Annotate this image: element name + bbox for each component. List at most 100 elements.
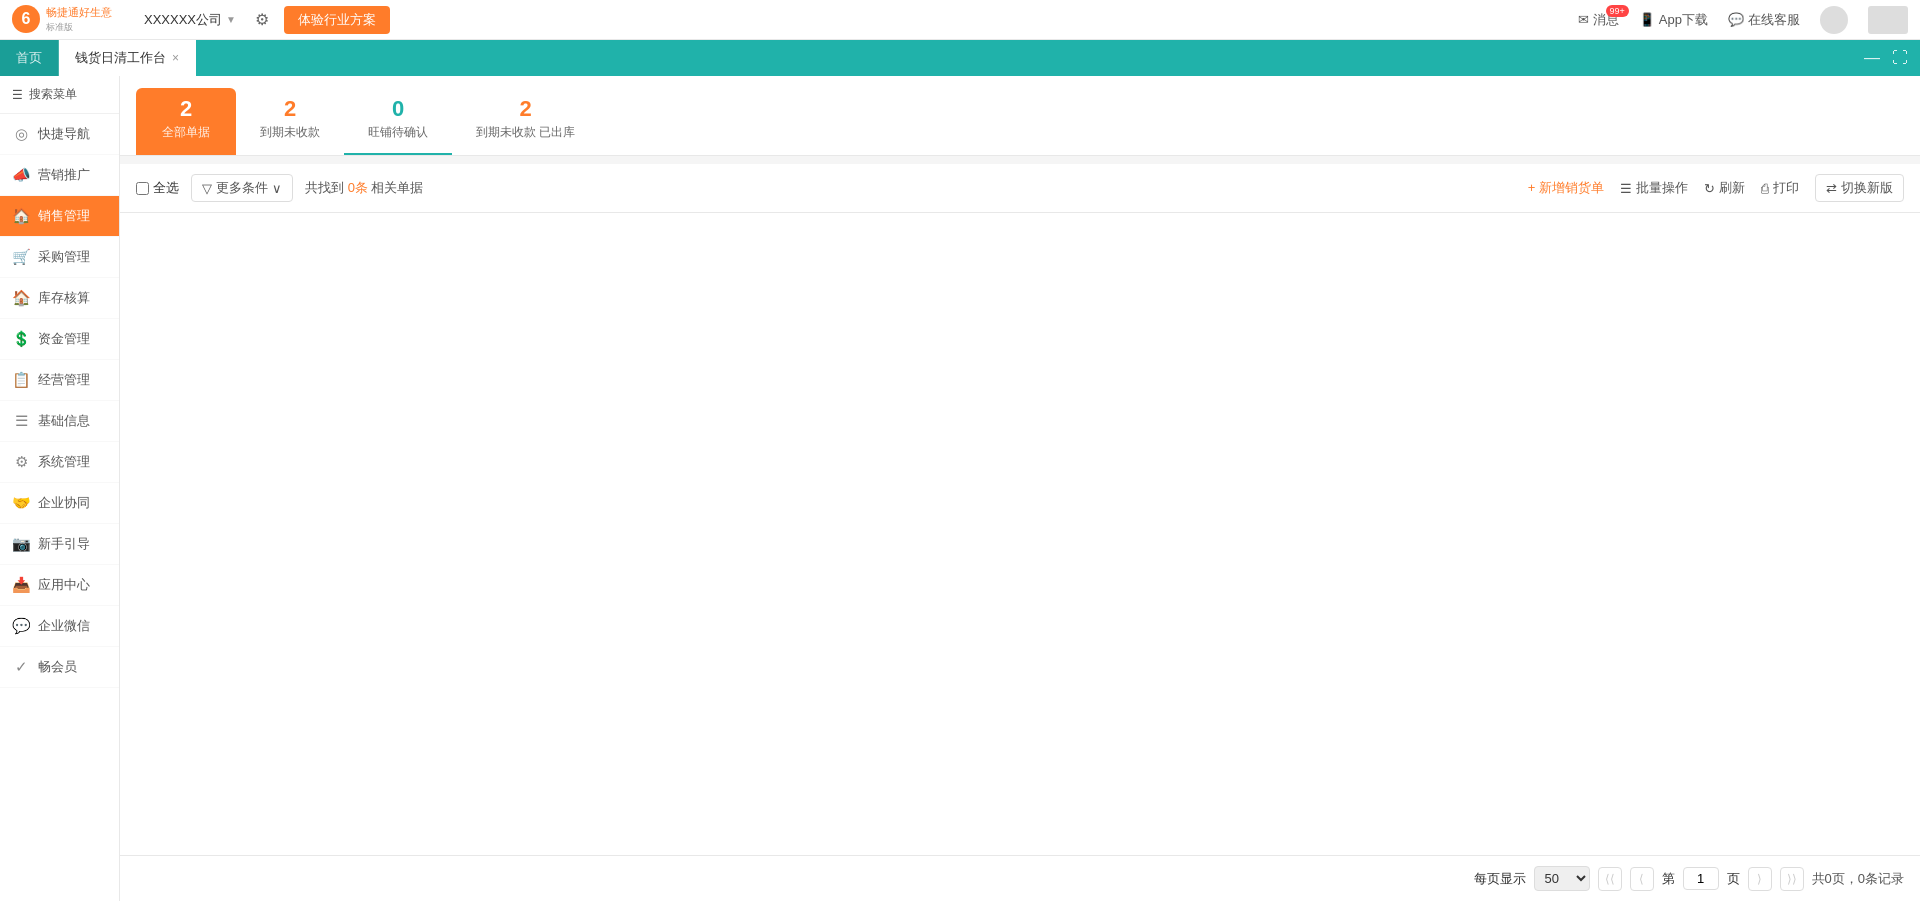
message-btn[interactable]: ✉ 消息 99+ <box>1578 11 1619 29</box>
sidebar-item-operation[interactable]: 📋 经营管理 <box>0 360 119 401</box>
sidebar-item-marketing[interactable]: 📣 营销推广 <box>0 155 119 196</box>
sidebar-item-purchase[interactable]: 🛒 采购管理 <box>0 237 119 278</box>
next-page-btn[interactable]: ⟩ <box>1748 867 1772 891</box>
tab-cash-flow-label: 钱货日清工作台 <box>75 49 166 67</box>
basic-icon: ☰ <box>12 412 30 430</box>
quick-nav-icon: ◎ <box>12 125 30 143</box>
first-page-btn[interactable]: ⟨⟨ <box>1598 867 1622 891</box>
tab-wangpu[interactable]: 0 旺铺待确认 <box>344 88 452 155</box>
new-sales-order-btn[interactable]: + 新增销货单 <box>1528 179 1604 197</box>
sidebar-item-guide-label: 新手引导 <box>38 535 90 553</box>
company-selector[interactable]: XXXXXX公司 ▼ <box>132 11 248 29</box>
select-all-checkbox[interactable]: 全选 <box>136 179 179 197</box>
sidebar-item-cooperation-label: 企业协同 <box>38 494 90 512</box>
sidebar-item-sales[interactable]: 🏠 销售管理 <box>0 196 119 237</box>
last-page-btn[interactable]: ⟩⟩ <box>1780 867 1804 891</box>
refresh-btn[interactable]: ↻ 刷新 <box>1704 179 1745 197</box>
select-all-input[interactable] <box>136 182 149 195</box>
found-suffix: 相关单据 <box>371 180 423 195</box>
app-center-icon: 📥 <box>12 576 30 594</box>
member-icon: ✓ <box>12 658 30 676</box>
tab-all-orders[interactable]: 2 全部单据 <box>136 88 236 155</box>
app-download-btn[interactable]: 📱 App下载 <box>1639 11 1708 29</box>
content-area: 2 全部单据 2 到期未收款 0 旺铺待确认 2 到期未收款 已出库 全选 <box>120 76 1920 901</box>
batch-action-btn[interactable]: ☰ 批量操作 <box>1620 179 1688 197</box>
logo: 6 畅捷通好生意 标准版 <box>12 5 132 33</box>
switch-icon: ⇄ <box>1826 181 1837 196</box>
sidebar-search[interactable]: ☰ 搜索菜单 <box>0 76 119 114</box>
header-right: ✉ 消息 99+ 📱 App下载 💬 在线客服 <box>1578 6 1908 34</box>
page-size-label: 每页显示 <box>1474 870 1526 888</box>
prev-page-btn[interactable]: ⟨ <box>1630 867 1654 891</box>
summary-tabs: 2 全部单据 2 到期未收款 0 旺铺待确认 2 到期未收款 已出库 <box>120 76 1920 156</box>
sidebar-item-quick-nav-label: 快捷导航 <box>38 125 90 143</box>
batch-label: 批量操作 <box>1636 179 1688 197</box>
switch-version-btn[interactable]: ⇄ 切换新版 <box>1815 174 1904 202</box>
tab-home[interactable]: 首页 <box>0 40 59 76</box>
logo-badge: 标准版 <box>46 21 112 34</box>
sidebar-item-weixin[interactable]: 💬 企业微信 <box>0 606 119 647</box>
overdue-count: 2 <box>284 96 296 122</box>
wangpu-label: 旺铺待确认 <box>368 124 428 141</box>
tab-cash-flow[interactable]: 钱货日清工作台 × <box>59 40 196 76</box>
cooperation-icon: 🤝 <box>12 494 30 512</box>
user-panel[interactable] <box>1868 6 1908 34</box>
select-all-label: 全选 <box>153 179 179 197</box>
sidebar-item-cooperation[interactable]: 🤝 企业协同 <box>0 483 119 524</box>
overdue-out-count: 2 <box>520 96 532 122</box>
sidebar-item-purchase-label: 采购管理 <box>38 248 90 266</box>
sidebar-item-basic-label: 基础信息 <box>38 412 90 430</box>
tab-bar: 首页 钱货日清工作台 × — ⛶ <box>0 40 1920 76</box>
switch-label: 切换新版 <box>1841 179 1893 197</box>
sidebar-item-guide[interactable]: 📷 新手引导 <box>0 524 119 565</box>
sidebar-item-basic[interactable]: ☰ 基础信息 <box>0 401 119 442</box>
table-area <box>120 213 1920 855</box>
pagination: 每页显示 50 100 200 ⟨⟨ ⟨ 第 页 ⟩ ⟩⟩ 共0页，0条记录 <box>120 855 1920 901</box>
page-number-input[interactable] <box>1683 867 1719 890</box>
logo-text: 畅捷通好生意 <box>46 5 112 19</box>
search-icon: ☰ <box>12 88 23 102</box>
settings-icon[interactable]: ⚙ <box>248 6 276 34</box>
tab-maximize-icon[interactable]: ⛶ <box>1888 45 1912 71</box>
sidebar-item-app-center[interactable]: 📥 应用中心 <box>0 565 119 606</box>
sidebar-item-finance[interactable]: 💲 资金管理 <box>0 319 119 360</box>
batch-icon: ☰ <box>1620 181 1632 196</box>
main-layout: ☰ 搜索菜单 ◎ 快捷导航 📣 营销推广 🏠 销售管理 🛒 采购管理 🏠 库存核… <box>0 76 1920 901</box>
sidebar-item-system[interactable]: ⚙ 系统管理 <box>0 442 119 483</box>
print-btn[interactable]: ⎙ 打印 <box>1761 179 1799 197</box>
sidebar-item-inventory[interactable]: 🏠 库存核算 <box>0 278 119 319</box>
print-icon: ⎙ <box>1761 181 1769 196</box>
tab-minimize-icon[interactable]: — <box>1860 45 1884 71</box>
empty-state <box>120 213 1920 855</box>
total-info: 共0页，0条记录 <box>1812 870 1904 888</box>
refresh-label: 刷新 <box>1719 179 1745 197</box>
sidebar-item-system-label: 系统管理 <box>38 453 90 471</box>
toolbar: 全选 ▽ 更多条件 ∨ 共找到 0条 相关单据 + 新增销货单 ☰ 批量操作 ↻ <box>120 164 1920 213</box>
more-filters-btn[interactable]: ▽ 更多条件 ∨ <box>191 174 293 202</box>
overdue-out-label: 到期未收款 已出库 <box>476 124 575 141</box>
inventory-icon: 🏠 <box>12 289 30 307</box>
avatar[interactable] <box>1820 6 1848 34</box>
guide-icon: 📷 <box>12 535 30 553</box>
toolbar-right: + 新增销货单 ☰ 批量操作 ↻ 刷新 ⎙ 打印 ⇄ 切换新版 <box>1528 174 1904 202</box>
marketing-icon: 📣 <box>12 166 30 184</box>
online-service-btn[interactable]: 💬 在线客服 <box>1728 11 1800 29</box>
sidebar-item-member[interactable]: ✓ 畅会员 <box>0 647 119 688</box>
tab-overdue-out[interactable]: 2 到期未收款 已出库 <box>452 88 599 155</box>
overdue-label: 到期未收款 <box>260 124 320 141</box>
filter-icon: ▽ <box>202 181 212 196</box>
sidebar-item-member-label: 畅会员 <box>38 658 77 676</box>
sidebar-item-quick-nav[interactable]: ◎ 快捷导航 <box>0 114 119 155</box>
sidebar-item-inventory-label: 库存核算 <box>38 289 90 307</box>
filter-arrow: ∨ <box>272 181 282 196</box>
sidebar: ☰ 搜索菜单 ◎ 快捷导航 📣 营销推广 🏠 销售管理 🛒 采购管理 🏠 库存核… <box>0 76 120 901</box>
tab-close-icon[interactable]: × <box>172 51 179 65</box>
found-info: 共找到 0条 相关单据 <box>305 179 423 197</box>
logo-icon: 6 <box>12 5 40 33</box>
tab-overdue[interactable]: 2 到期未收款 <box>236 88 344 155</box>
page-size-select[interactable]: 50 100 200 <box>1534 866 1590 891</box>
purchase-icon: 🛒 <box>12 248 30 266</box>
filter-label: 更多条件 <box>216 179 268 197</box>
sidebar-item-sales-label: 销售管理 <box>38 207 90 225</box>
trial-btn[interactable]: 体验行业方案 <box>284 6 390 34</box>
